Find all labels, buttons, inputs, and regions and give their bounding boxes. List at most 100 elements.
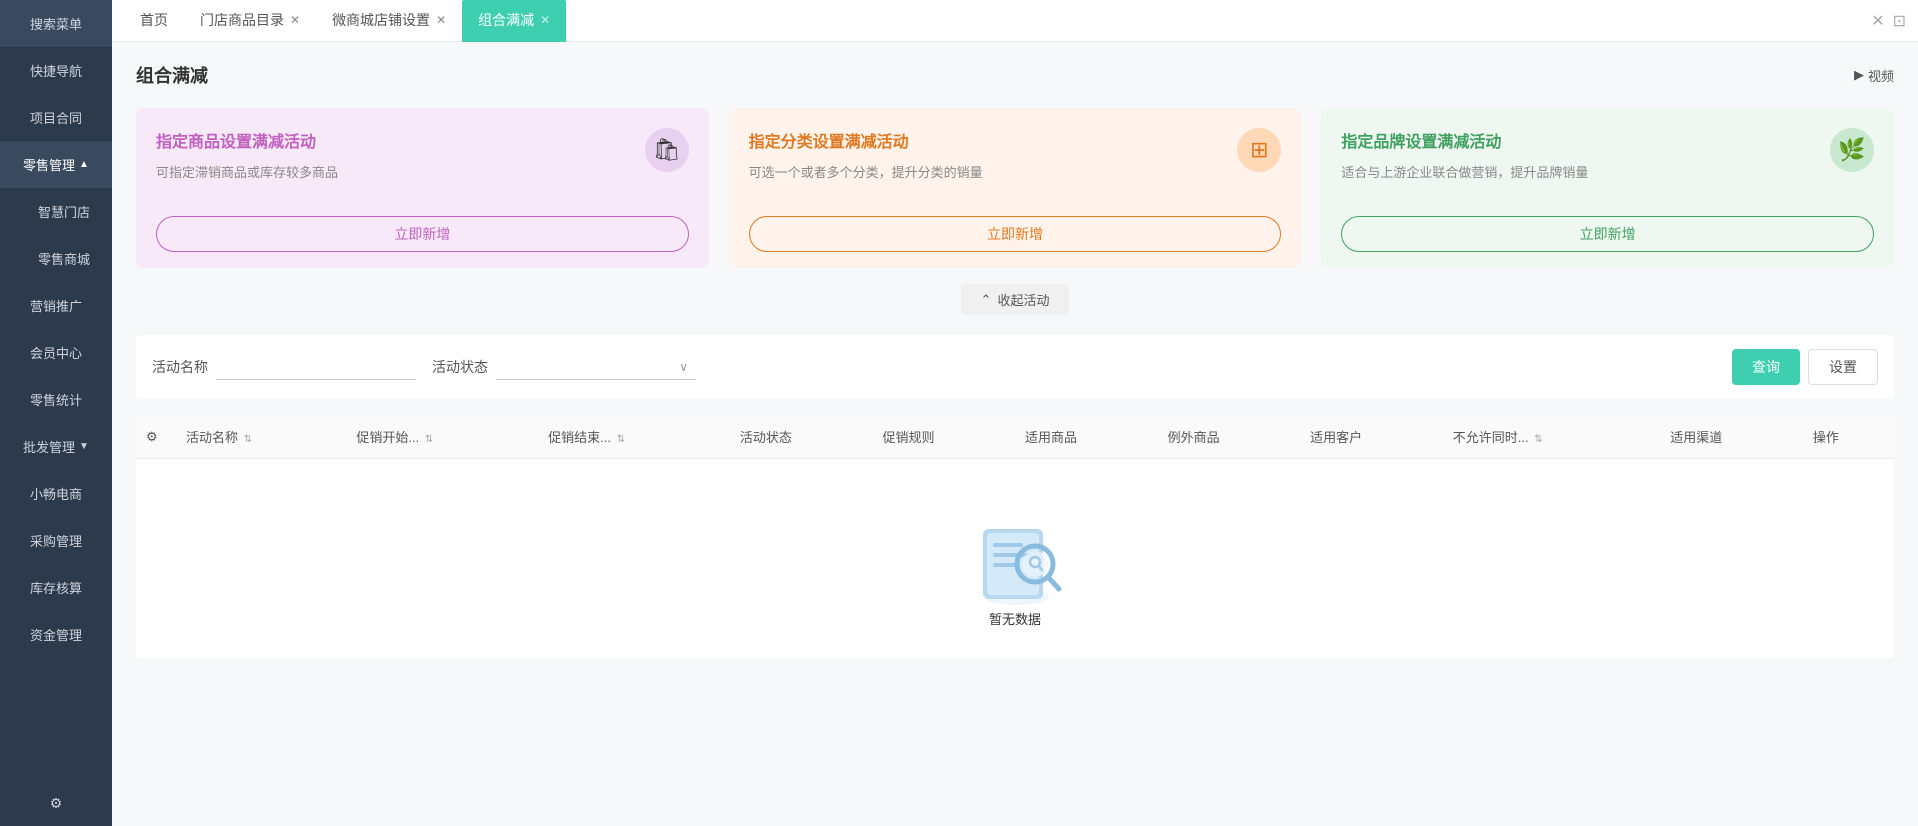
th-activity-status: 活动状态 bbox=[730, 415, 873, 459]
activity-name-field: 活动名称 bbox=[152, 355, 416, 380]
product-card-icon: 🛍 bbox=[645, 128, 689, 172]
category-card-title: 指定分类设置满减活动 bbox=[749, 128, 1282, 152]
sidebar-item-label: 零售统计 bbox=[30, 390, 82, 409]
tab-product-catalog[interactable]: 门店商品目录 ✕ bbox=[184, 0, 316, 42]
table-gear-icon: ⚙ bbox=[146, 429, 158, 444]
content-area: 组合满减 ▶ 视频 指定商品设置满减活动 🛍 可指定滞销商品或库存较多商品 立即… bbox=[112, 42, 1918, 826]
sidebar-item-label: 库存核算 bbox=[30, 578, 82, 597]
sidebar: 搜索菜单 快捷导航 项目合同 零售管理 ▲ 智慧门店 零售商城 营销推广 会员中… bbox=[0, 0, 112, 826]
search-actions: 查询 设置 bbox=[1732, 349, 1878, 385]
brand-card-icon: 🌿 bbox=[1830, 128, 1874, 172]
sidebar-item-wholesale-management[interactable]: 批发管理 ▼ bbox=[0, 423, 112, 470]
th-promo-end[interactable]: 促销结束... ⇅ bbox=[538, 415, 730, 459]
th-applicable-customer: 适用客户 bbox=[1300, 415, 1443, 459]
activity-status-select-wrapper bbox=[496, 355, 696, 380]
sidebar-item-label: 批发管理 bbox=[23, 437, 75, 456]
th-promo-start[interactable]: 促销开始... ⇅ bbox=[346, 415, 538, 459]
search-bar: 活动名称 活动状态 查询 设置 bbox=[136, 335, 1894, 399]
brand-card-title: 指定品牌设置满减活动 bbox=[1341, 128, 1874, 152]
tab-wechat-store[interactable]: 微商城店铺设置 ✕ bbox=[316, 0, 462, 42]
sidebar-item-quick-nav[interactable]: 快捷导航 bbox=[0, 47, 112, 94]
sidebar-item-inventory[interactable]: 库存核算 bbox=[0, 564, 112, 611]
sidebar-item-label: 搜索菜单 bbox=[30, 14, 82, 33]
brand-card-add-button[interactable]: 立即新增 bbox=[1341, 216, 1874, 252]
category-card: 指定分类设置满减活动 ⊞ 可选一个或者多个分类，提升分类的销量 立即新增 bbox=[729, 108, 1302, 268]
sort-icon: ⇅ bbox=[617, 434, 625, 445]
settings-button[interactable]: 设置 bbox=[1808, 349, 1878, 385]
activity-name-label: 活动名称 bbox=[152, 357, 208, 377]
sidebar-item-member-center[interactable]: 会员中心 bbox=[0, 329, 112, 376]
sidebar-item-purchase-management[interactable]: 采购管理 bbox=[0, 517, 112, 564]
tab-close-icon[interactable]: ✕ bbox=[540, 13, 550, 27]
empty-illustration bbox=[955, 509, 1075, 609]
table-body: 暂无数据 bbox=[136, 459, 1894, 659]
data-table: ⚙ 活动名称 ⇅ 促销开始... ⇅ 促销结束... ⇅ bbox=[136, 415, 1894, 658]
arrow-icon: ▲ bbox=[79, 159, 89, 170]
leaf-icon: 🌿 bbox=[1838, 137, 1865, 163]
tab-combo-discount[interactable]: 组合满减 ✕ bbox=[462, 0, 566, 42]
sidebar-item-project-contract[interactable]: 项目合同 bbox=[0, 94, 112, 141]
sidebar-item-label: 小畅电商 bbox=[30, 484, 82, 503]
sidebar-item-label: 零售管理 bbox=[23, 155, 75, 174]
tab-home[interactable]: 首页 bbox=[124, 0, 184, 42]
sidebar-item-label: 采购管理 bbox=[30, 531, 82, 550]
th-activity-name[interactable]: 活动名称 ⇅ bbox=[176, 415, 346, 459]
page-header: 组合满减 ▶ 视频 bbox=[136, 62, 1894, 88]
sidebar-item-label: 零售商城 bbox=[38, 249, 90, 268]
empty-row: 暂无数据 bbox=[136, 459, 1894, 659]
th-operation: 操作 bbox=[1803, 415, 1894, 459]
sidebar-item-retail-management[interactable]: 零售管理 ▲ bbox=[0, 141, 112, 188]
brand-card-desc: 适合与上游企业联合做营销，提升品牌销量 bbox=[1341, 162, 1874, 200]
sidebar-item-label: 会员中心 bbox=[30, 343, 82, 362]
sidebar-item-label: 智慧门店 bbox=[38, 202, 90, 221]
tab-close-icon[interactable]: ✕ bbox=[290, 13, 300, 27]
product-card-title: 指定商品设置满减活动 bbox=[156, 128, 689, 152]
close-window-icon[interactable]: ✕ bbox=[1871, 11, 1884, 31]
th-applicable-channel: 适用渠道 bbox=[1660, 415, 1803, 459]
sidebar-item-smart-store[interactable]: 智慧门店 bbox=[0, 188, 112, 235]
product-card: 指定商品设置满减活动 🛍 可指定滞销商品或库存较多商品 立即新增 bbox=[136, 108, 709, 268]
activity-status-label: 活动状态 bbox=[432, 357, 488, 377]
sidebar-item-label: 营销推广 bbox=[30, 296, 82, 315]
collapse-row: ⌃ 收起活动 bbox=[136, 284, 1894, 315]
play-icon: ▶ bbox=[1854, 67, 1864, 83]
sidebar-item-finance[interactable]: 资金管理 bbox=[0, 611, 112, 658]
table-header-row: ⚙ 活动名称 ⇅ 促销开始... ⇅ 促销结束... ⇅ bbox=[136, 415, 1894, 459]
th-applicable-goods: 适用商品 bbox=[1015, 415, 1158, 459]
settings-gear-icon[interactable]: ⚙ bbox=[0, 781, 112, 826]
sort-icon: ⇅ bbox=[425, 434, 433, 445]
activity-status-select[interactable] bbox=[496, 355, 696, 380]
activity-name-input[interactable] bbox=[216, 355, 416, 380]
sort-icon: ⇅ bbox=[1534, 434, 1542, 445]
tab-close-icon[interactable]: ✕ bbox=[436, 13, 446, 27]
grid-icon: ⊞ bbox=[1250, 137, 1268, 163]
sort-icon: ⇅ bbox=[244, 434, 252, 445]
brand-card: 指定品牌设置满减活动 🌿 适合与上游企业联合做营销，提升品牌销量 立即新增 bbox=[1321, 108, 1894, 268]
window-controls: ✕ ⊡ bbox=[1871, 11, 1906, 31]
cards-row: 指定商品设置满减活动 🛍 可指定滞销商品或库存较多商品 立即新增 指定分类设置满… bbox=[136, 108, 1894, 268]
arrow-icon: ▼ bbox=[79, 441, 89, 452]
category-card-desc: 可选一个或者多个分类，提升分类的销量 bbox=[749, 162, 1282, 200]
collapse-icon: ⌃ bbox=[981, 292, 992, 308]
sidebar-item-xiaochangec[interactable]: 小畅电商 bbox=[0, 470, 112, 517]
category-card-add-button[interactable]: 立即新增 bbox=[749, 216, 1282, 252]
page-title: 组合满减 bbox=[136, 62, 208, 88]
maximize-window-icon[interactable]: ⊡ bbox=[1893, 11, 1906, 31]
th-no-concurrent[interactable]: 不允许同时... ⇅ bbox=[1443, 415, 1661, 459]
collapse-button[interactable]: ⌃ 收起活动 bbox=[961, 284, 1070, 315]
sidebar-item-search-menu[interactable]: 搜索菜单 bbox=[0, 0, 112, 47]
sidebar-item-label: 项目合同 bbox=[30, 108, 82, 127]
query-button[interactable]: 查询 bbox=[1732, 349, 1800, 385]
th-excluded-goods: 例外商品 bbox=[1158, 415, 1301, 459]
empty-text: 暂无数据 bbox=[989, 609, 1041, 628]
th-gear[interactable]: ⚙ bbox=[136, 415, 176, 459]
sidebar-item-retail-mall[interactable]: 零售商城 bbox=[0, 235, 112, 282]
product-card-desc: 可指定滞销商品或库存较多商品 bbox=[156, 162, 689, 200]
product-card-add-button[interactable]: 立即新增 bbox=[156, 216, 689, 252]
sidebar-item-label: 资金管理 bbox=[30, 625, 82, 644]
sidebar-item-marketing[interactable]: 营销推广 bbox=[0, 282, 112, 329]
video-link[interactable]: ▶ 视频 bbox=[1854, 66, 1894, 85]
sidebar-item-retail-stats[interactable]: 零售统计 bbox=[0, 376, 112, 423]
activity-status-field: 活动状态 bbox=[432, 355, 696, 380]
th-promo-rule: 促销规则 bbox=[872, 415, 1015, 459]
